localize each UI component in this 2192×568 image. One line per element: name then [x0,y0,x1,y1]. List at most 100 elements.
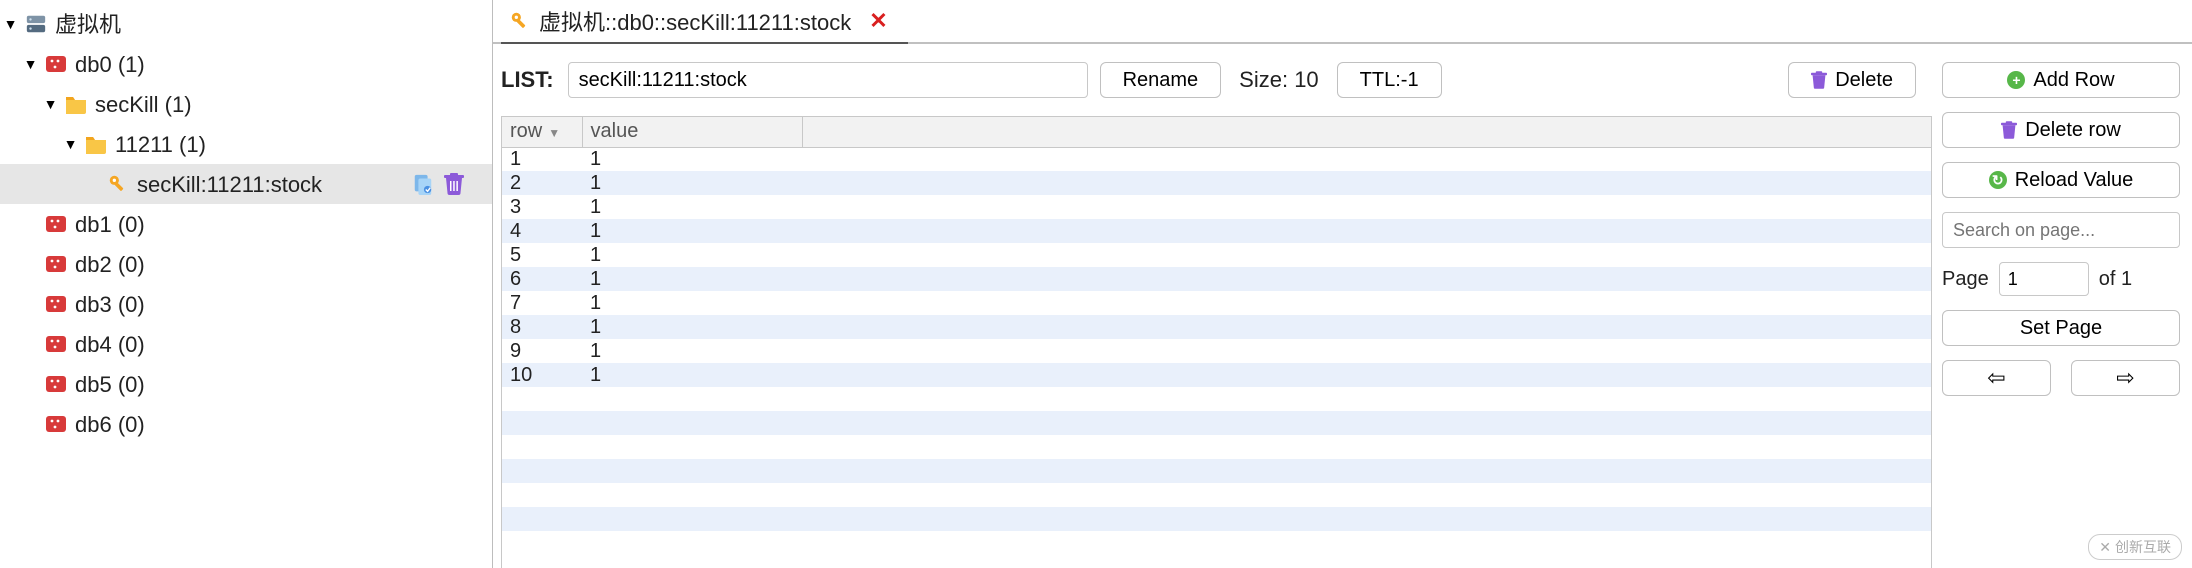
page-row: Page of 1 [1942,262,2180,296]
tab-current-key[interactable]: 虚拟机::db0::secKill:11211:stock ✕ [501,0,908,44]
cell-row: 10 [502,363,582,387]
center-pane: LIST: Rename Size: 10 TTL:-1 Delete [493,44,1932,568]
page-of-label: of 1 [2099,268,2132,291]
col-spacer-header [802,117,1931,147]
delete-key-button[interactable]: Delete [1788,62,1916,98]
main-pane: 虚拟机::db0::secKill:11211:stock ✕ LIST: Re… [493,0,2192,568]
tree-node-label: 虚拟机 [55,13,121,36]
key-type-label: LIST: [501,67,554,93]
tree-node-label: 11211 (1) [115,133,206,156]
table-row[interactable]: 51 [502,243,1931,267]
next-page-button[interactable]: ⇨ [2071,360,2180,396]
table-row[interactable]: 81 [502,315,1931,339]
database-icon [43,331,69,357]
database-icon [43,251,69,277]
expand-arrow-icon[interactable]: ▼ [22,57,39,71]
tree-node-db0[interactable]: ▼ db0 (1) [0,44,492,84]
delete-row-button[interactable]: Delete row [1942,112,2180,148]
close-tab-icon[interactable]: ✕ [869,8,887,34]
tree-node-label: db3 (0) [75,293,145,316]
tree-node-label: secKill:11211:stock [137,173,322,196]
rename-button[interactable]: Rename [1100,62,1222,98]
add-row-button[interactable]: + Add Row [1942,62,2180,98]
table-row-empty [502,387,1931,411]
table-row-empty [502,411,1931,435]
database-icon [43,411,69,437]
folder-icon [83,131,109,157]
table-row[interactable]: 11 [502,147,1931,171]
prev-page-button[interactable]: ⇦ [1942,360,2051,396]
reload-value-button[interactable]: ↻ Reload Value [1942,162,2180,198]
table-row[interactable]: 21 [502,171,1931,195]
page-number-input[interactable] [1999,262,2089,296]
page-nav: ⇦ ⇨ [1942,360,2180,396]
tree-node-label: db5 (0) [75,373,145,396]
copy-key-icon[interactable] [412,173,434,195]
reload-icon: ↻ [1989,171,2007,189]
expand-arrow-icon[interactable]: ▼ [62,137,79,151]
cell-value: 1 [582,363,802,387]
tree-node-db5[interactable]: db5 (0) [0,364,492,404]
col-value-header[interactable]: value [582,117,802,147]
sidebar: ▼ 虚拟机 ▼ db0 (1) ▼ secKill (1 [0,0,493,568]
tree-node-11211[interactable]: ▼ 11211 (1) [0,124,492,164]
expand-arrow-icon[interactable]: ▼ [2,17,19,31]
tree-node-label: db0 (1) [75,53,145,76]
tree-node-label: db6 (0) [75,413,145,436]
key-name-input[interactable] [568,62,1088,98]
trash-icon [2001,121,2017,139]
tree-node-key-selected[interactable]: secKill:11211:stock [0,164,492,204]
content: LIST: Rename Size: 10 TTL:-1 Delete [493,44,2192,568]
tree-node-db1[interactable]: db1 (0) [0,204,492,244]
cell-value: 1 [582,315,802,339]
table-row[interactable]: 91 [502,339,1931,363]
trash-icon [1811,71,1827,89]
list-table: row▼ value 112131415161718191101 [501,116,1932,568]
table-row-empty [502,459,1931,483]
cell-value: 1 [582,219,802,243]
ttl-button[interactable]: TTL:-1 [1337,62,1442,98]
table-row[interactable]: 61 [502,267,1931,291]
expand-arrow-icon[interactable]: ▼ [42,97,59,111]
key-icon [105,171,131,197]
cell-row: 4 [502,219,582,243]
tree-node-db3[interactable]: db3 (0) [0,284,492,324]
tab-title: 虚拟机::db0::secKill:11211:stock [539,5,851,37]
sort-desc-icon: ▼ [548,126,560,140]
table-row[interactable]: 41 [502,219,1931,243]
cell-value: 1 [582,339,802,363]
table-row[interactable]: 101 [502,363,1931,387]
cell-value: 1 [582,171,802,195]
right-actions: + Add Row Delete row ↻ Reload Value Page [1932,44,2192,568]
tree-node-db6[interactable]: db6 (0) [0,404,492,444]
cell-row: 3 [502,195,582,219]
tree-node-label: db4 (0) [75,333,145,356]
app-root: ▼ 虚拟机 ▼ db0 (1) ▼ secKill (1 [0,0,2192,568]
set-page-button[interactable]: Set Page [1942,310,2180,346]
cell-value: 1 [582,147,802,171]
cell-value: 1 [582,267,802,291]
table-row-empty [502,507,1931,531]
tree-node-seckill[interactable]: ▼ secKill (1) [0,84,492,124]
tree-node-db2[interactable]: db2 (0) [0,244,492,284]
search-on-page-input[interactable] [1942,212,2180,248]
cell-value: 1 [582,195,802,219]
page-label: Page [1942,268,1989,291]
col-row-header[interactable]: row▼ [502,117,582,147]
tree-node-db4[interactable]: db4 (0) [0,324,492,364]
delete-button-label: Delete [1835,69,1893,92]
database-icon [43,371,69,397]
database-icon [43,291,69,317]
table-header-row: row▼ value [502,117,1931,147]
delete-key-icon[interactable] [444,173,464,195]
cell-row: 1 [502,147,582,171]
table-row[interactable]: 31 [502,195,1931,219]
cell-row: 7 [502,291,582,315]
tree-node-server[interactable]: ▼ 虚拟机 [0,4,492,44]
cell-row: 9 [502,339,582,363]
watermark: ✕ 创新互联 [2088,534,2182,560]
table-row[interactable]: 71 [502,291,1931,315]
tree-node-label: db2 (0) [75,253,145,276]
folder-icon [63,91,89,117]
table-row-empty [502,483,1931,507]
